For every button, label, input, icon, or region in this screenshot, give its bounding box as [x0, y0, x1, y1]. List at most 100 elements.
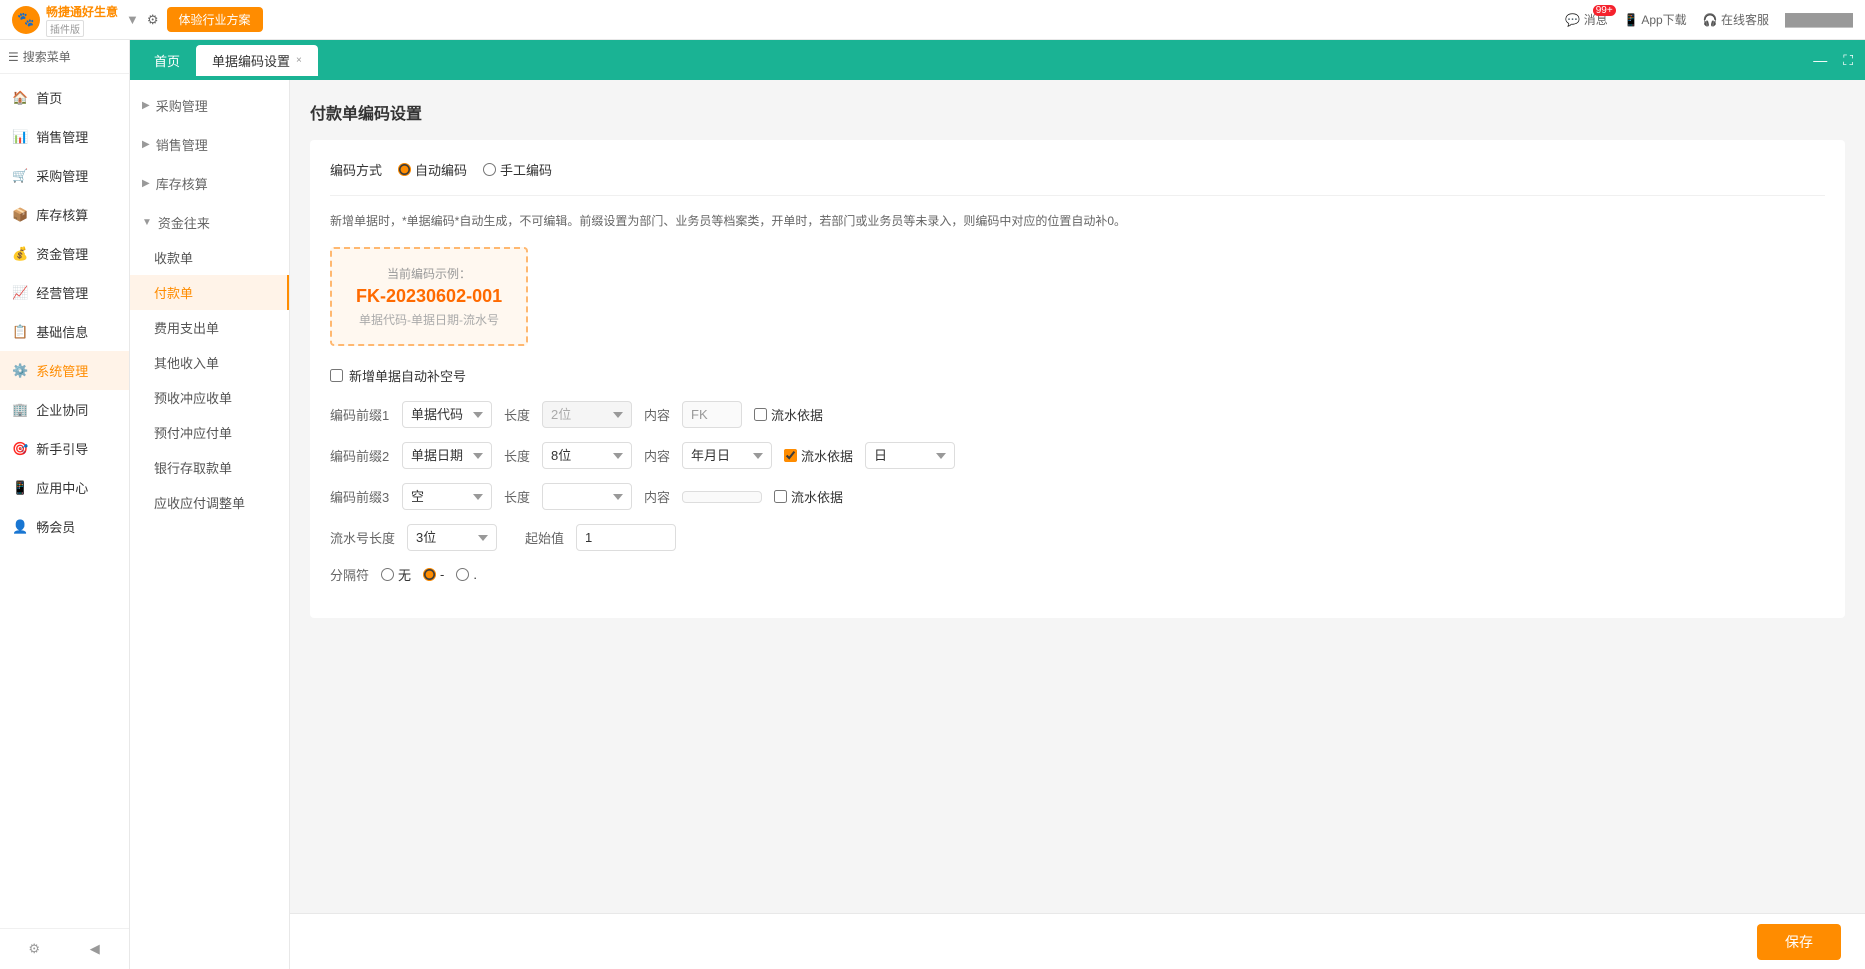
sidebar-item-finance[interactable]: 💰 资金管理	[0, 234, 129, 273]
online-service-btn[interactable]: 🎧 在线客服	[1703, 11, 1769, 28]
separator-dot-input[interactable]	[456, 568, 469, 581]
app-download-label: App下载	[1641, 13, 1686, 27]
sub-menu-purchase: ▶ 采购管理	[130, 88, 289, 123]
sidebar-label-operations: 经营管理	[36, 283, 88, 302]
settings-bottom-btn[interactable]: ⚙	[8, 937, 61, 961]
prefix3-select[interactable]: 空	[402, 483, 492, 510]
tab-encoding-settings[interactable]: 单据编码设置 ×	[196, 45, 318, 76]
sub-menu-item-bank[interactable]: 银行存取款单	[130, 450, 289, 485]
tab-home[interactable]: 首页	[138, 45, 196, 76]
sidebar-item-home[interactable]: 🏠 首页	[0, 78, 129, 117]
main-content: 付款单编码设置 编码方式 自动编码	[290, 80, 1865, 969]
serial-length-select[interactable]: 3位	[407, 524, 497, 551]
online-service-label: 在线客服	[1721, 13, 1769, 27]
prefix2-select[interactable]: 单据日期	[402, 442, 492, 469]
auto-coding-input[interactable]	[398, 163, 411, 176]
sub-menu-item-other-income[interactable]: 其他收入单	[130, 345, 289, 380]
manual-coding-input[interactable]	[483, 163, 496, 176]
prefix2-label: 编码前缀2	[330, 446, 390, 465]
sidebar-item-member[interactable]: 👤 畅会员	[0, 507, 129, 546]
minimize-btn[interactable]: —	[1809, 48, 1831, 72]
prefix2-length-label: 长度	[504, 446, 530, 465]
sub-menu-capital-label: 资金往来	[158, 213, 210, 232]
prefix1-row: 编码前缀1 单据代码 长度 2位 内容 FK	[330, 401, 1825, 428]
sales-icon: 📊	[12, 129, 28, 145]
sidebar-nav: 🏠 首页 📊 销售管理 🛒 采购管理 📦 库存核算 💰 资金管理 📈 经	[0, 74, 129, 928]
start-value-input[interactable]	[576, 524, 676, 551]
sidebar-item-operations[interactable]: 📈 经营管理	[0, 273, 129, 312]
separator-dash-input[interactable]	[423, 568, 436, 581]
sidebar-item-basic[interactable]: 📋 基础信息	[0, 312, 129, 351]
sidebar-item-inventory[interactable]: 📦 库存核算	[0, 195, 129, 234]
separator-dash-radio[interactable]: -	[423, 567, 444, 582]
sidebar-item-enterprise[interactable]: 🏢 企业协同	[0, 390, 129, 429]
auto-fill-checkbox[interactable]	[330, 369, 343, 382]
sidebar-label-basic: 基础信息	[36, 322, 88, 341]
prefix1-content-value: FK	[682, 401, 742, 428]
info-text: 新增单据时，*单据编码*自动生成，不可编辑。前缀设置为部门、业务员等档案类，开单…	[330, 212, 1825, 231]
sub-menu-header-purchase[interactable]: ▶ 采购管理	[130, 88, 289, 123]
prefix1-content-label: 内容	[644, 405, 670, 424]
app-download-btn[interactable]: 📱 App下载	[1624, 11, 1687, 28]
sub-menu-item-pre-collect[interactable]: 预收冲应收单	[130, 380, 289, 415]
operations-icon: 📈	[12, 285, 28, 301]
separator-none-input[interactable]	[381, 568, 394, 581]
manual-coding-radio[interactable]: 手工编码	[483, 160, 552, 179]
sub-menu-header-sales[interactable]: ▶ 销售管理	[130, 127, 289, 162]
search-menu-btn[interactable]: ☰ 搜索菜单	[0, 40, 129, 74]
prefix1-stream-check[interactable]: 流水依据	[754, 405, 823, 424]
prefix2-content-select[interactable]: 年月日	[682, 442, 772, 469]
prefix1-length-select[interactable]: 2位	[542, 401, 632, 428]
sidebar: ☰ 搜索菜单 🏠 首页 📊 销售管理 🛒 采购管理 📦 库存核算 💰 资	[0, 40, 130, 969]
auto-coding-radio[interactable]: 自动编码	[398, 160, 467, 179]
sidebar-item-guide[interactable]: 🎯 新手引导	[0, 429, 129, 468]
separator-none-radio[interactable]: 无	[381, 565, 411, 584]
inventory-icon: 📦	[12, 207, 28, 223]
home-icon: 🏠	[12, 90, 28, 106]
sub-menu-header-capital[interactable]: ▼ 资金往来	[130, 205, 289, 240]
guide-icon: 🎯	[12, 441, 28, 457]
prefix2-stream-check[interactable]: 流水依据	[784, 446, 853, 465]
industry-btn[interactable]: 体验行业方案	[167, 7, 263, 32]
user-avatar[interactable]: ████████	[1785, 13, 1853, 27]
prefix2-stream-select[interactable]: 日	[865, 442, 955, 469]
sidebar-label-inventory: 库存核算	[36, 205, 88, 224]
page-footer: 保存	[290, 913, 1865, 969]
sidebar-item-system[interactable]: ⚙️ 系统管理	[0, 351, 129, 390]
coding-method-label: 编码方式	[330, 160, 382, 179]
enterprise-icon: 🏢	[12, 402, 28, 418]
sub-menu-item-pre-pay[interactable]: 预付冲应付单	[130, 415, 289, 450]
maximize-btn[interactable]: ⛶	[1839, 48, 1857, 73]
settings-icon[interactable]: ⚙	[147, 12, 159, 28]
separator-dot-label: .	[473, 567, 477, 582]
prefix2-length-select[interactable]: 8位	[542, 442, 632, 469]
message-btn[interactable]: 💬 消息 99+	[1565, 11, 1607, 28]
separator-dot-radio[interactable]: .	[456, 567, 477, 582]
sidebar-item-sales[interactable]: 📊 销售管理	[0, 117, 129, 156]
sidebar-label-member: 畅会员	[36, 517, 75, 536]
sub-menu-sales: ▶ 销售管理	[130, 127, 289, 162]
prefix1-stream-input[interactable]	[754, 408, 767, 421]
preview-code: FK-20230602-001	[356, 286, 502, 307]
save-button[interactable]: 保存	[1757, 924, 1841, 960]
sidebar-item-purchase[interactable]: 🛒 采购管理	[0, 156, 129, 195]
prefix3-length-select[interactable]	[542, 483, 632, 510]
sidebar-item-apps[interactable]: 📱 应用中心	[0, 468, 129, 507]
prefix3-stream-input[interactable]	[774, 490, 787, 503]
dropdown-arrow[interactable]: ▼	[126, 12, 139, 27]
sub-menu-item-ar-ap[interactable]: 应收应付调整单	[130, 485, 289, 520]
manual-coding-label: 手工编码	[500, 160, 552, 179]
sub-menu-item-expense[interactable]: 费用支出单	[130, 310, 289, 345]
tabbar: 首页 单据编码设置 × — ⛶	[130, 40, 1865, 80]
sub-menu-item-receipt[interactable]: 收款单	[130, 240, 289, 275]
finance-icon: 💰	[12, 246, 28, 262]
prefix3-stream-check[interactable]: 流水依据	[774, 487, 843, 506]
prefix2-stream-input[interactable]	[784, 449, 797, 462]
collapse-btn[interactable]: ◀	[69, 937, 122, 961]
prefix2-row: 编码前缀2 单据日期 长度 8位 内容 年月日	[330, 442, 1825, 469]
sub-menu-item-payment[interactable]: 付款单	[130, 275, 289, 310]
tab-close-btn[interactable]: ×	[296, 55, 302, 66]
system-icon: ⚙️	[12, 363, 28, 379]
prefix1-select[interactable]: 单据代码	[402, 401, 492, 428]
sub-menu-header-inventory[interactable]: ▶ 库存核算	[130, 166, 289, 201]
